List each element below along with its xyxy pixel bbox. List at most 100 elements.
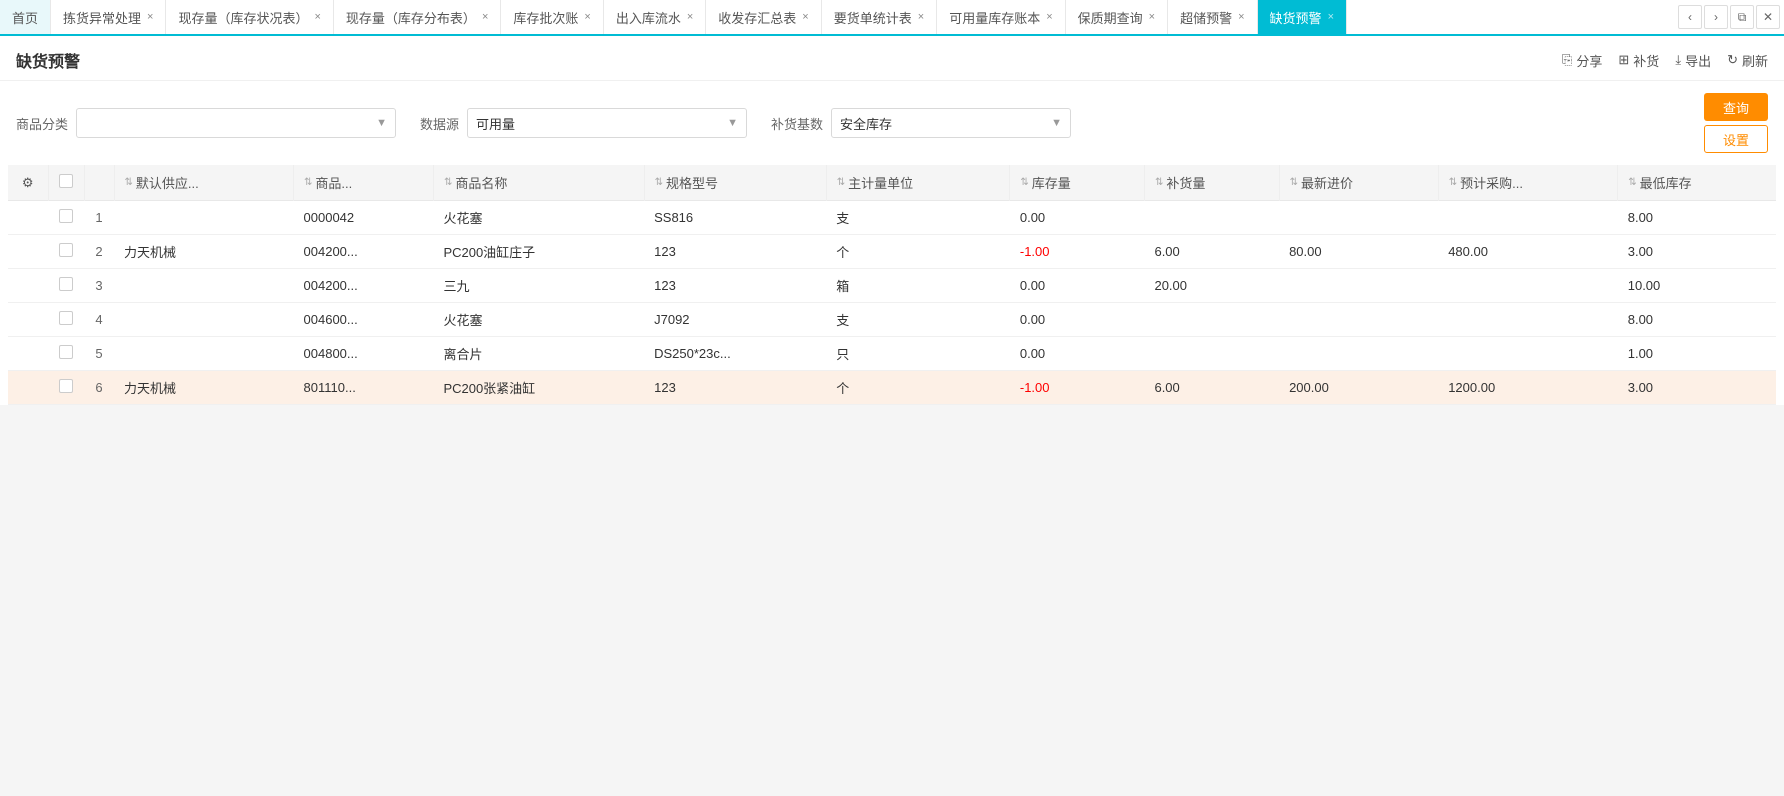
export-button[interactable]: ⤓ 导出 [1675,51,1711,70]
row-latest-price [1279,337,1438,371]
share-button[interactable]: ⎘ 分享 [1562,51,1602,70]
th-product-code[interactable]: ⇅ 商品... [294,165,434,201]
tab-inout-flow-close[interactable]: × [687,11,693,23]
tab-lian-huo-close[interactable]: × [147,11,153,23]
tab-bar: 首页 拣货异常处理 × 现存量（库存状况表） × 现存量（库存分布表） × 库存… [0,0,1784,36]
refresh-label: 刷新 [1742,51,1768,70]
table-body: 1 0000042 火花塞 SS816 支 0.00 8.00 2 力天机械 0… [8,201,1776,405]
replenish-button[interactable]: ⊞ 补货 [1618,51,1659,70]
tab-kucun-dist[interactable]: 现存量（库存分布表） × [334,0,501,35]
tab-quehuo-label: 缺货预警 [1270,8,1322,27]
tab-kucun-dist-label: 现存量（库存分布表） [346,8,476,27]
tab-kucun-batch-close[interactable]: × [584,11,590,23]
refresh-button[interactable]: ↻ 刷新 [1727,51,1768,70]
export-label: 导出 [1685,51,1711,70]
row-checkbox-cell[interactable] [48,371,84,405]
th-stock-sort-icon: ⇅ [1020,177,1028,188]
tab-chaochuyujing[interactable]: 超储预警 × [1168,0,1257,35]
tab-kucun-dist-close[interactable]: × [482,11,488,23]
row-gear-cell [8,269,48,303]
tab-kucun-batch[interactable]: 库存批次账 × [501,0,603,35]
datasource-select[interactable]: 可用量 ▼ [467,108,747,138]
tab-quehuo-close[interactable]: × [1328,11,1334,23]
row-product-name: PC200油缸庄子 [433,235,644,269]
header-checkbox[interactable] [59,174,73,188]
tab-quehuo[interactable]: 缺货预警 × [1258,0,1347,35]
replenish-base-select[interactable]: 安全库存 ▼ [831,108,1071,138]
row-supplier [114,303,294,337]
tab-keyong-kucun[interactable]: 可用量库存账本 × [937,0,1065,35]
row-checkbox-cell[interactable] [48,337,84,371]
th-checkbox[interactable] [48,165,84,201]
th-min-stock[interactable]: ⇅ 最低库存 [1618,165,1776,201]
row-checkbox-cell[interactable] [48,201,84,235]
row-number: 6 [84,371,114,405]
tab-baozhi-query[interactable]: 保质期查询 × [1066,0,1168,35]
th-spec[interactable]: ⇅ 规格型号 [644,165,826,201]
row-unit: 支 [826,303,1010,337]
page-title: 缺货预警 [16,48,80,72]
th-est-purchase[interactable]: ⇅ 预计采购... [1438,165,1618,201]
row-checkbox[interactable] [59,209,73,223]
row-checkbox-cell[interactable] [48,269,84,303]
th-replenish[interactable]: ⇅ 补货量 [1144,165,1279,201]
export-icon: ⤓ [1675,52,1681,68]
th-product-code-sort-icon: ⇅ [304,177,312,188]
row-checkbox-cell[interactable] [48,303,84,337]
row-number: 2 [84,235,114,269]
tab-baozhi-query-close[interactable]: × [1149,11,1155,23]
row-gear-cell [8,371,48,405]
row-stock: 0.00 [1010,201,1145,235]
row-checkbox[interactable] [59,243,73,257]
th-product-code-label: 商品... [315,173,352,192]
th-gear[interactable]: ⚙ [8,165,48,201]
row-checkbox[interactable] [59,311,73,325]
th-unit[interactable]: ⇅ 主计量单位 [826,165,1010,201]
row-checkbox[interactable] [59,277,73,291]
row-checkbox[interactable] [59,379,73,393]
tab-home[interactable]: 首页 [0,0,51,35]
th-replenish-label: 补货量 [1166,173,1205,192]
th-replenish-sort-icon: ⇅ [1155,177,1163,188]
category-select[interactable]: ▼ [76,108,396,138]
table-row: 4 004600... 火花塞 J7092 支 0.00 8.00 [8,303,1776,337]
tab-receive-summary[interactable]: 收发存汇总表 × [706,0,821,35]
row-product-name: 离合片 [433,337,644,371]
tab-prev-btn[interactable]: ‹ [1678,5,1702,29]
row-checkbox[interactable] [59,345,73,359]
row-spec: J7092 [644,303,826,337]
th-est-purchase-label: 预计采购... [1460,173,1523,192]
row-checkbox-cell[interactable] [48,235,84,269]
category-label: 商品分类 [16,114,68,133]
th-latest-price-sort-icon: ⇅ [1290,177,1298,188]
tab-chaochuyujing-close[interactable]: × [1238,11,1244,23]
tab-kucun-state-close[interactable]: × [314,11,320,23]
tab-keyong-kucun-close[interactable]: × [1046,11,1052,23]
row-stock: -1.00 [1010,235,1145,269]
row-est-purchase [1438,303,1618,337]
th-product-name[interactable]: ⇅ 商品名称 [433,165,644,201]
datasource-filter-group: 数据源 可用量 ▼ [420,108,747,138]
th-stock[interactable]: ⇅ 库存量 [1010,165,1145,201]
query-button[interactable]: 查询 [1704,93,1768,121]
row-product-code: 801110... [294,371,434,405]
tab-next-btn[interactable]: › [1704,5,1728,29]
tab-kucun-state[interactable]: 现存量（库存状况表） × [166,0,333,35]
tab-lian-huo[interactable]: 拣货异常处理 × [51,0,166,35]
row-min-stock: 1.00 [1618,337,1776,371]
tab-yaohuodanjt-close[interactable]: × [918,11,924,23]
row-spec: 123 [644,269,826,303]
row-replenish: 6.00 [1144,235,1279,269]
th-supplier[interactable]: ⇅ 默认供应... [114,165,294,201]
tab-inout-flow[interactable]: 出入库流水 × [604,0,706,35]
row-unit: 个 [826,371,1010,405]
tab-restore-btn[interactable]: ⧉ [1730,5,1754,29]
th-spec-label: 规格型号 [666,173,718,192]
settings-button[interactable]: 设置 [1704,125,1768,153]
tab-receive-summary-close[interactable]: × [802,11,808,23]
row-min-stock: 3.00 [1618,371,1776,405]
th-latest-price[interactable]: ⇅ 最新进价 [1279,165,1438,201]
tab-yaohuodanjt[interactable]: 要货单统计表 × [822,0,937,35]
datasource-dropdown-icon: ▼ [727,117,738,129]
tab-close-all-btn[interactable]: ✕ [1756,5,1780,29]
